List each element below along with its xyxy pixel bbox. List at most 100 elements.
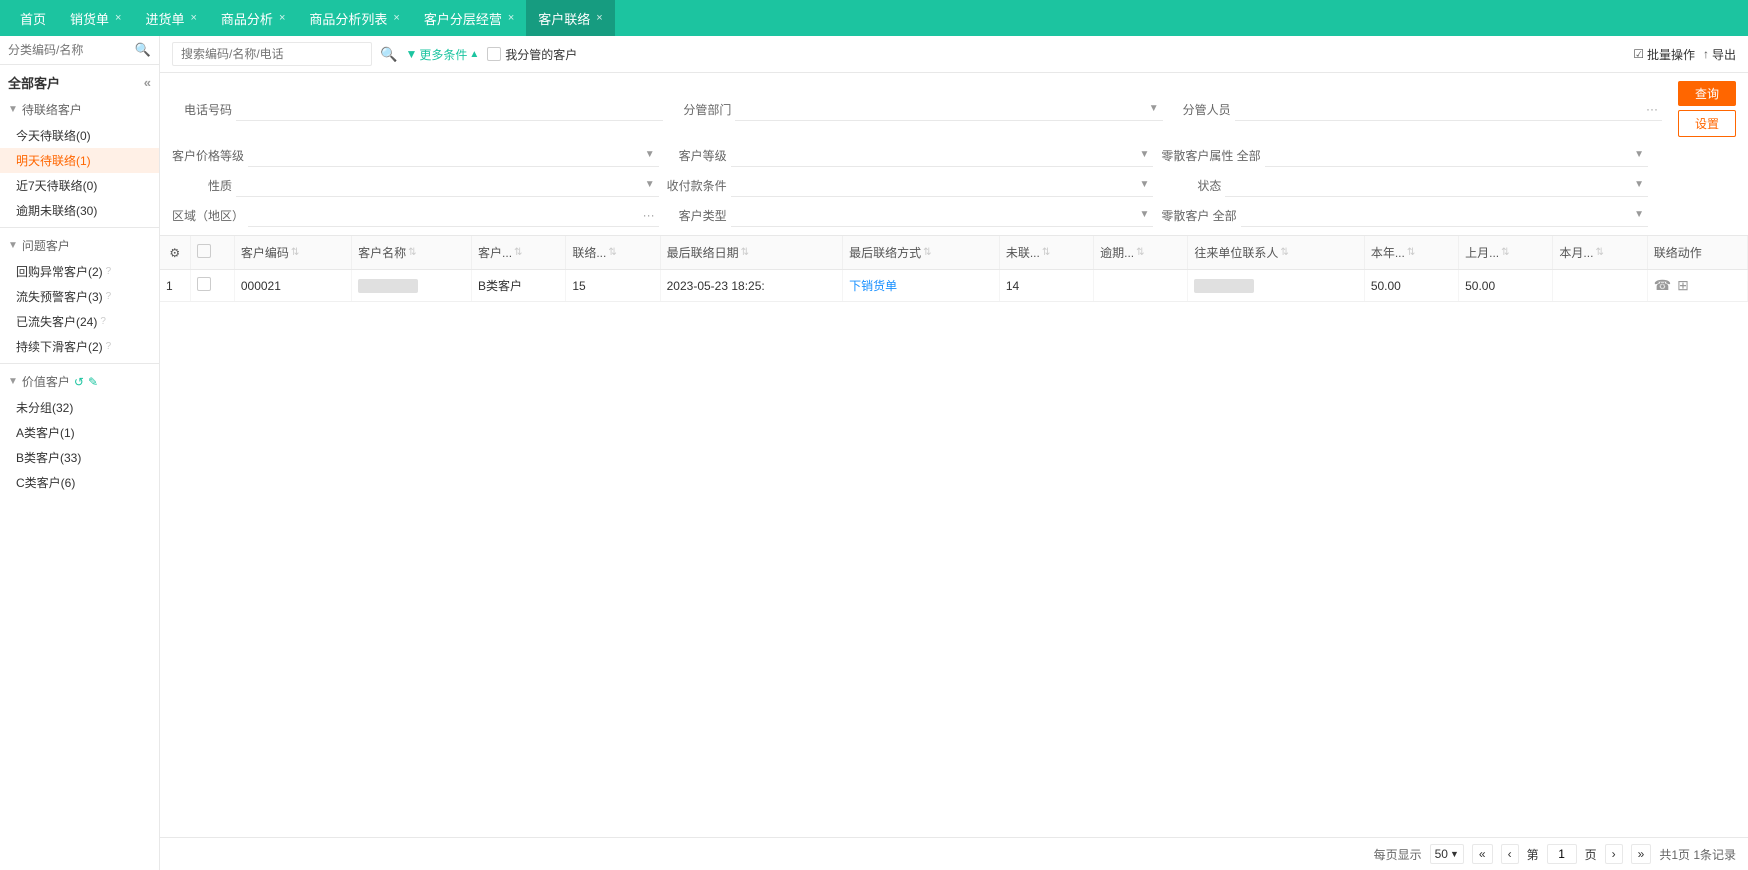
- checkbox-multi-icon: ☑: [1633, 47, 1644, 61]
- sidebar-item-churn-warning[interactable]: 流失预警客户(3) ?: [0, 284, 159, 309]
- this-year-col-header[interactable]: 本年...⇅: [1364, 236, 1458, 270]
- nav-customer-segmentation[interactable]: 客户分层经营 ×: [412, 0, 526, 36]
- checkbox-icon[interactable]: [487, 47, 501, 61]
- batch-operation-button[interactable]: ☑ 批量操作: [1633, 46, 1695, 63]
- nav-product-analysis-list[interactable]: 商品分析列表 ×: [297, 0, 411, 36]
- nav-home[interactable]: 首页: [8, 0, 58, 36]
- retail-customer-select[interactable]: ▼: [1241, 203, 1648, 227]
- help-icon-3[interactable]: ?: [100, 316, 106, 327]
- sidebar-item-c-class[interactable]: C类客户(6): [0, 470, 159, 495]
- sidebar-item-tomorrow-contact[interactable]: 明天待联络(1): [0, 148, 159, 173]
- phone-input[interactable]: [236, 97, 663, 121]
- export-button[interactable]: ↑ 导出: [1703, 46, 1736, 63]
- nav-product-analysis[interactable]: 商品分析 ×: [209, 0, 297, 36]
- prev-page-button[interactable]: ‹: [1501, 844, 1519, 864]
- help-icon-4[interactable]: ?: [106, 341, 112, 352]
- close-customer-segmentation-icon[interactable]: ×: [508, 12, 514, 24]
- price-level-select[interactable]: ▼: [248, 143, 659, 167]
- sidebar-item-b-class[interactable]: B类客户(33): [0, 445, 159, 470]
- nav-purchase-order[interactable]: 进货单 ×: [133, 0, 208, 36]
- sidebar-search-icon[interactable]: 🔍: [135, 42, 151, 58]
- name-col-header[interactable]: 客户名称⇅: [352, 236, 472, 270]
- overdue-col-header[interactable]: 逾期...⇅: [1094, 236, 1188, 270]
- problem-customers-group[interactable]: ▼ 问题客户: [0, 232, 159, 259]
- last-contact-method-link[interactable]: 下销货单: [849, 279, 897, 293]
- first-page-button[interactable]: «: [1472, 844, 1493, 864]
- per-page-select[interactable]: 50 ▼: [1430, 844, 1464, 864]
- status-field: 状态 ▼: [1161, 173, 1648, 197]
- manager-input[interactable]: ···: [1235, 97, 1662, 121]
- advanced-filter: 电话号码 分管部门 ▼ 分管人员 ···: [160, 73, 1748, 236]
- dept-select[interactable]: ▼: [735, 97, 1162, 121]
- select-all-checkbox[interactable]: [197, 244, 211, 258]
- search-button-icon[interactable]: 🔍: [380, 46, 397, 63]
- sidebar-item-churned[interactable]: 已流失客户(24) ?: [0, 309, 159, 334]
- code-col-header[interactable]: 客户编码⇅: [234, 236, 351, 270]
- row-customer-type: B类客户: [472, 270, 566, 302]
- last-month-col-header[interactable]: 上月...⇅: [1459, 236, 1553, 270]
- customer-type-select[interactable]: ▼: [731, 203, 1154, 227]
- close-customer-contact-icon[interactable]: ×: [596, 12, 602, 24]
- last-contact-date-col-header[interactable]: 最后联络日期⇅: [660, 236, 842, 270]
- row-action: ☎ ⊞: [1647, 270, 1747, 302]
- more-conditions-button[interactable]: ▼ 更多条件 ▲: [405, 46, 479, 63]
- checkbox-col-header[interactable]: [190, 236, 234, 270]
- retail-attr-select[interactable]: ▼: [1265, 143, 1648, 167]
- customer-type-col-header[interactable]: 客户...⇅: [472, 236, 566, 270]
- nav-sales-order[interactable]: 销货单 ×: [58, 0, 133, 36]
- sidebar-item-repurchase-anomaly[interactable]: 回购异常客户(2) ?: [0, 259, 159, 284]
- no-contact-col-header[interactable]: 未联...⇅: [999, 236, 1093, 270]
- settings-col-header[interactable]: ⚙: [160, 236, 190, 270]
- payment-select[interactable]: ▼: [731, 173, 1154, 197]
- edit-icon[interactable]: ✎: [88, 375, 98, 389]
- last-contact-method-col-header[interactable]: 最后联络方式⇅: [843, 236, 1000, 270]
- more-icon-2[interactable]: ···: [643, 208, 655, 222]
- collapse-icon[interactable]: «: [144, 75, 151, 90]
- contact-col-header[interactable]: 联络...⇅: [566, 236, 660, 270]
- sidebar-item-overdue-contact[interactable]: 逾期未联络(30): [0, 198, 159, 223]
- sidebar-item-ungrouped[interactable]: 未分组(32): [0, 395, 159, 420]
- next-page-button[interactable]: ›: [1605, 844, 1623, 864]
- nature-select[interactable]: ▼: [236, 173, 659, 197]
- close-purchase-order-icon[interactable]: ×: [190, 12, 196, 24]
- search-input[interactable]: [172, 42, 372, 66]
- triangle-down-icon-2: ▼: [8, 240, 18, 251]
- page-input[interactable]: [1547, 844, 1577, 864]
- value-customers-group[interactable]: ▼ 价值客户 ↺ ✎: [0, 368, 159, 395]
- phone-action-icon[interactable]: ☎: [1654, 277, 1671, 294]
- row-last-contact-method[interactable]: 下销货单: [843, 270, 1000, 302]
- help-icon-1[interactable]: ?: [106, 266, 112, 277]
- row-checkbox-icon[interactable]: [197, 277, 211, 291]
- close-product-analysis-icon[interactable]: ×: [279, 12, 285, 24]
- close-product-analysis-list-icon[interactable]: ×: [393, 12, 399, 24]
- status-select[interactable]: ▼: [1225, 173, 1648, 197]
- nav-customer-contact[interactable]: 客户联络 ×: [526, 0, 614, 36]
- last-page-button[interactable]: »: [1631, 844, 1652, 864]
- refresh-icon[interactable]: ↺: [74, 375, 84, 389]
- sidebar-item-a-class[interactable]: A类客户(1): [0, 420, 159, 445]
- region-field: 区域（地区） ···: [172, 203, 659, 227]
- sidebar-item-7days-contact[interactable]: 近7天待联络(0): [0, 173, 159, 198]
- close-sales-order-icon[interactable]: ×: [115, 12, 121, 24]
- customer-level-select[interactable]: ▼: [731, 143, 1154, 167]
- query-button[interactable]: 查询: [1678, 81, 1736, 106]
- pending-contact-group[interactable]: ▼ 待联络客户: [0, 96, 159, 123]
- masked-partner: [1194, 279, 1254, 293]
- filter-icon: ▼: [405, 47, 417, 61]
- region-input[interactable]: ···: [248, 203, 659, 227]
- sidebar-item-today-contact[interactable]: 今天待联络(0): [0, 123, 159, 148]
- sidebar-item-declining[interactable]: 持续下滑客户(2) ?: [0, 334, 159, 359]
- sidebar-search-input[interactable]: [8, 43, 131, 57]
- this-month-col-header[interactable]: 本月...⇅: [1553, 236, 1647, 270]
- filter-bar: 🔍 ▼ 更多条件 ▲ 我分管的客户 ☑ 批量操作 ↑ 导出: [160, 36, 1748, 73]
- more-icon[interactable]: ···: [1646, 102, 1658, 116]
- grid-action-icon[interactable]: ⊞: [1677, 277, 1689, 294]
- customer-type-label: 客户类型: [667, 207, 727, 224]
- manager-field: 分管人员 ···: [1171, 97, 1662, 121]
- row-checkbox[interactable]: [190, 270, 234, 302]
- set-button[interactable]: 设置: [1678, 110, 1736, 137]
- partner-contact-col-header[interactable]: 往来单位联系人⇅: [1188, 236, 1364, 270]
- content-area: 🔍 ▼ 更多条件 ▲ 我分管的客户 ☑ 批量操作 ↑ 导出: [160, 36, 1748, 870]
- help-icon-2[interactable]: ?: [106, 291, 112, 302]
- my-customers-checkbox[interactable]: 我分管的客户: [487, 46, 577, 63]
